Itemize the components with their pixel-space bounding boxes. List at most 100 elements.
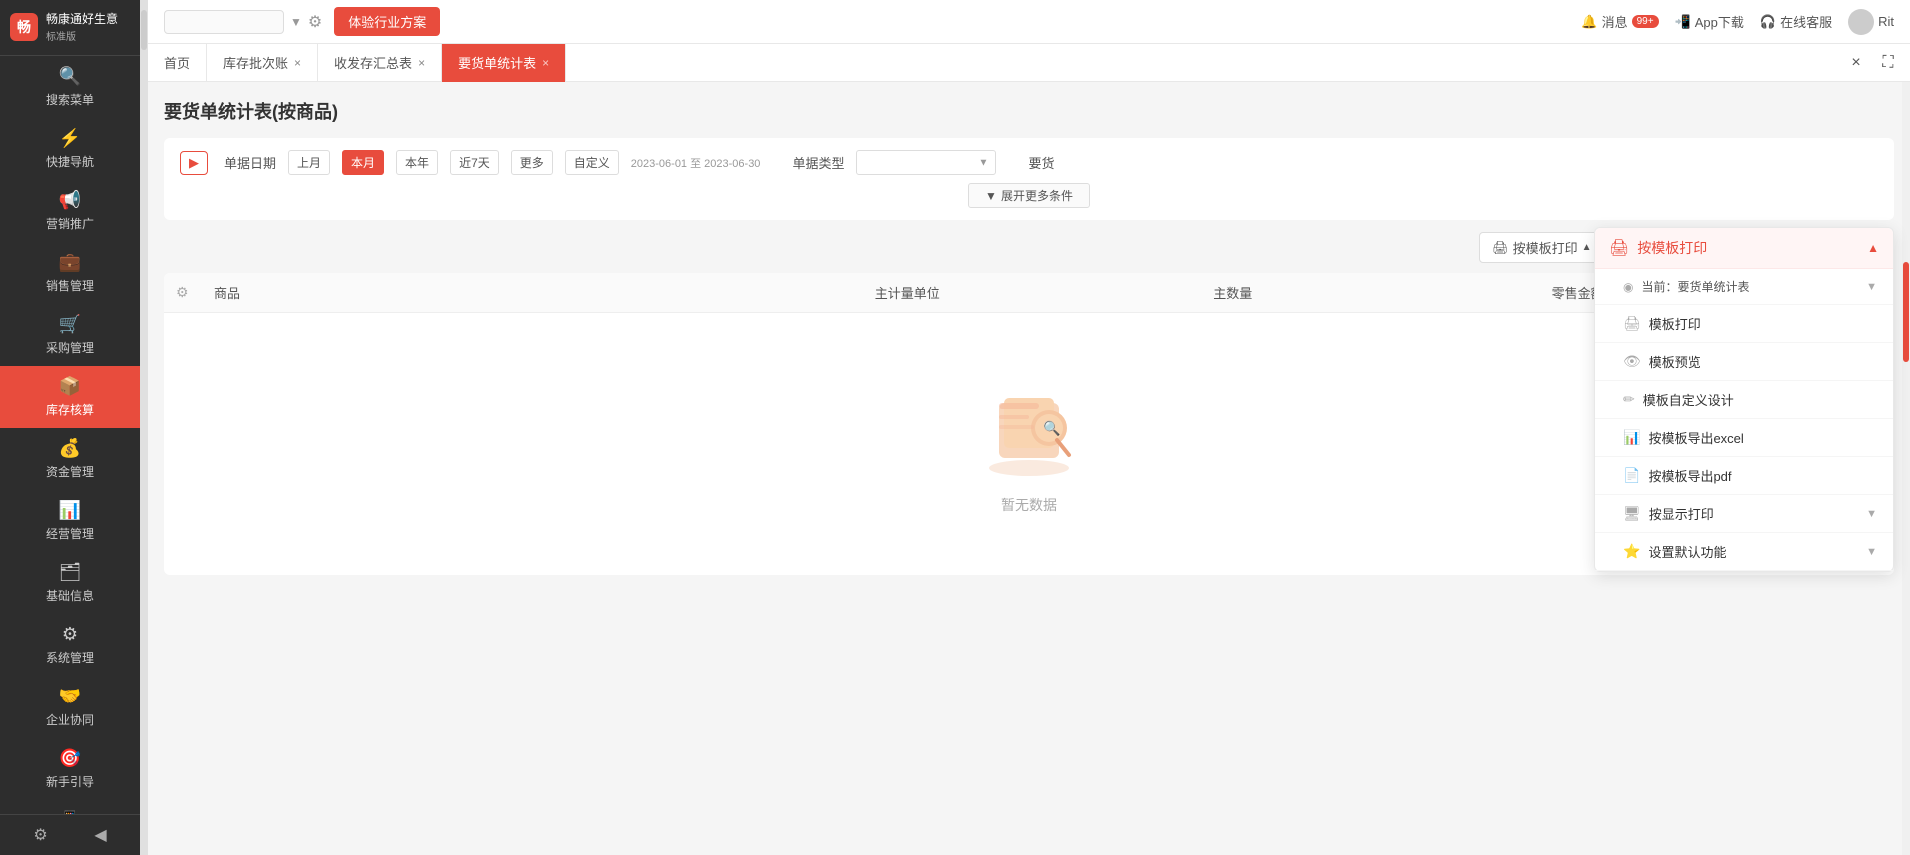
tab-inventory-batch[interactable]: 库存批次账 × — [207, 44, 318, 82]
sidebar-item-sales[interactable]: 💼 销售管理 — [0, 242, 140, 304]
popup-printer-icon: 🖨 — [1609, 238, 1629, 258]
online-service-btn[interactable]: 🎧 在线客服 — [1760, 12, 1832, 31]
topbar-gear-icon[interactable]: ⚙ — [308, 12, 322, 32]
page-title: 要货单统计表(按商品) — [164, 98, 1894, 124]
megaphone-icon: 📢 — [59, 190, 81, 211]
filter-area: ▶ 单据日期 上月 本月 本年 近7天 更多 自定义 2023-06-01 至 … — [164, 138, 1894, 220]
tab-inventory-batch-close[interactable]: × — [294, 56, 301, 70]
sidebar-item-newbie[interactable]: 🎯 新手引导 — [0, 738, 140, 800]
tab-receivable-summary-label: 收发存汇总表 — [334, 53, 412, 72]
main-content: ▼ ⚙ 体验行业方案 🔔 消息 99+ 📲 App下载 🎧 在线客服 Rit — [148, 0, 1910, 855]
gear-icon: ⚙ — [62, 624, 78, 645]
popup-item-left: ✏ 模板自定义设计 — [1623, 390, 1734, 409]
avatar — [1848, 9, 1874, 35]
date-btn-custom[interactable]: 自定义 — [565, 150, 619, 175]
sidebar-item-basic[interactable]: 🗂 基础信息 — [0, 552, 140, 614]
printer-icon: 🖨 — [1492, 240, 1509, 256]
industry-btn[interactable]: 体验行业方案 — [334, 7, 440, 36]
chart-icon: 📊 — [59, 500, 81, 521]
settings-icon[interactable]: ⚙ — [33, 825, 47, 845]
topbar-search-input[interactable] — [164, 10, 284, 34]
popup-item-export-pdf[interactable]: 📄 按模板导出pdf — [1595, 457, 1893, 495]
date-btn-this-year[interactable]: 本年 — [396, 150, 438, 175]
sidebar-nav: 🔍 搜索菜单 ⚡ 快捷导航 📢 营销推广 💼 销售管理 🛒 采购管理 📦 库存核… — [0, 56, 140, 814]
popup-item-label: 模板预览 — [1649, 352, 1701, 371]
tab-order-stats-close[interactable]: × — [542, 56, 549, 70]
popup-current-chevron: ▼ — [1866, 281, 1877, 293]
tab-receivable-summary[interactable]: 收发存汇总表 × — [318, 44, 442, 82]
tab-order-stats-label: 要货单统计表 — [458, 53, 536, 72]
tab-home[interactable]: 首页 — [148, 44, 207, 82]
filter-expand-btn[interactable]: ▶ — [180, 151, 208, 175]
sidebar-item-label: 企业协同 — [46, 711, 94, 728]
popup-item-set-default[interactable]: ⭐ 设置默认功能 ▼ — [1595, 533, 1893, 571]
filter-expand-icon: ▶ — [189, 155, 199, 171]
popup-current-icon: ◉ — [1623, 280, 1633, 294]
sidebar-scrollbar[interactable] — [140, 0, 148, 855]
expand-more-btn[interactable]: ▼ 展开更多条件 — [968, 183, 1090, 208]
sidebar-item-operation[interactable]: 📊 经营管理 — [0, 490, 140, 552]
popup-sub-label: 设置默认功能 — [1648, 542, 1726, 561]
sidebar-item-quick-nav[interactable]: ⚡ 快捷导航 — [0, 118, 140, 180]
sidebar-item-label: 采购管理 — [46, 339, 94, 356]
print-dropdown-arrow: ▲ — [1582, 242, 1592, 253]
filter-row: ▶ 单据日期 上月 本月 本年 近7天 更多 自定义 2023-06-01 至 … — [180, 150, 1878, 175]
sidebar-item-system[interactable]: ⚙ 系统管理 — [0, 614, 140, 676]
date-btn-more[interactable]: 更多 — [511, 150, 553, 175]
money-icon: 💰 — [59, 438, 81, 459]
user-avatar-area[interactable]: Rit — [1848, 9, 1894, 35]
date-btn-7days[interactable]: 近7天 — [450, 150, 499, 175]
sidebar-item-apps[interactable]: 📱 应用中心 — [0, 800, 140, 814]
sidebar-item-label: 资金管理 — [46, 463, 94, 480]
print-template-dropdown: 🖨 按模板打印 ▲ ◉ 当前：要货单统计表 ▼ 🖨 模板打印 — [1594, 227, 1894, 572]
svg-text:🔍: 🔍 — [1043, 419, 1060, 437]
headset-icon: 🎧 — [1760, 14, 1776, 30]
topbar-dropdown-arrow[interactable]: ▼ — [290, 15, 302, 29]
empty-text: 暂无数据 — [1001, 495, 1057, 515]
sidebar-item-inventory[interactable]: 📦 库存核算 — [0, 366, 140, 428]
logo-icon: 畅 — [10, 13, 38, 41]
column-settings-icon[interactable]: ⚙ — [176, 284, 206, 301]
sidebar-item-label: 营销推广 — [46, 215, 94, 232]
topbar-search-area: ▼ ⚙ — [164, 10, 322, 34]
popup-item-template-preview[interactable]: 👁 模板预览 — [1595, 343, 1893, 381]
sidebar-item-purchase[interactable]: 🛒 采购管理 — [0, 304, 140, 366]
sidebar-item-label: 经营管理 — [46, 525, 94, 542]
tab-inventory-batch-label: 库存批次账 — [223, 53, 288, 72]
popup-collapse-icon[interactable]: ▲ — [1867, 241, 1879, 255]
sidebar-item-label: 基础信息 — [46, 587, 94, 604]
tab-close-all-icon[interactable]: × — [1842, 49, 1870, 77]
popup-item-template-custom[interactable]: ✏ 模板自定义设计 — [1595, 381, 1893, 419]
search-icon: 🔍 — [59, 66, 81, 87]
sidebar-item-cooperation[interactable]: 🤝 企业协同 — [0, 676, 140, 738]
app-download-btn[interactable]: 📲 App下载 — [1675, 12, 1744, 31]
popup-current-item[interactable]: ◉ 当前：要货单统计表 ▼ — [1595, 269, 1893, 305]
tab-receivable-summary-close[interactable]: × — [418, 56, 425, 70]
popup-item-left: 📊 按模板导出excel — [1623, 428, 1744, 447]
popup-item-export-excel[interactable]: 📊 按模板导出excel — [1595, 419, 1893, 457]
page-scrollbar[interactable] — [1902, 82, 1910, 855]
lightning-icon: ⚡ — [59, 128, 81, 149]
col-unit: 主计量单位 — [867, 283, 1205, 302]
print-template-btn[interactable]: 🖨 按模板打印 ▲ — [1479, 232, 1604, 263]
popup-item-template-print[interactable]: 🖨 模板打印 — [1595, 305, 1893, 343]
type-select[interactable] — [856, 150, 996, 175]
tab-expand-icon[interactable]: ⛶ — [1874, 49, 1902, 77]
phone-icon: 📱 — [59, 810, 81, 814]
sidebar-item-marketing[interactable]: 📢 营销推广 — [0, 180, 140, 242]
collapse-icon[interactable]: ◀ — [94, 825, 106, 845]
tab-order-stats[interactable]: 要货单统计表 × — [442, 44, 566, 82]
messages-btn[interactable]: 🔔 消息 99+ — [1581, 12, 1658, 31]
cart-icon: 🛒 — [59, 314, 81, 335]
target-icon: 🎯 — [59, 748, 81, 769]
display-print-chevron: ▼ — [1866, 508, 1877, 520]
sidebar-item-finance[interactable]: 💰 资金管理 — [0, 428, 140, 490]
type-label: 单据类型 — [792, 153, 844, 172]
date-btn-this-month[interactable]: 本月 — [342, 150, 384, 175]
popup-item-display-print[interactable]: 🖥 按显示打印 ▼ — [1595, 495, 1893, 533]
popup-item-label: 按模板导出excel — [1648, 428, 1743, 447]
template-preview-icon: 👁 — [1623, 353, 1641, 370]
sidebar-item-search[interactable]: 🔍 搜索菜单 — [0, 56, 140, 118]
user-name: Rit — [1878, 14, 1894, 29]
date-btn-last-month[interactable]: 上月 — [288, 150, 330, 175]
